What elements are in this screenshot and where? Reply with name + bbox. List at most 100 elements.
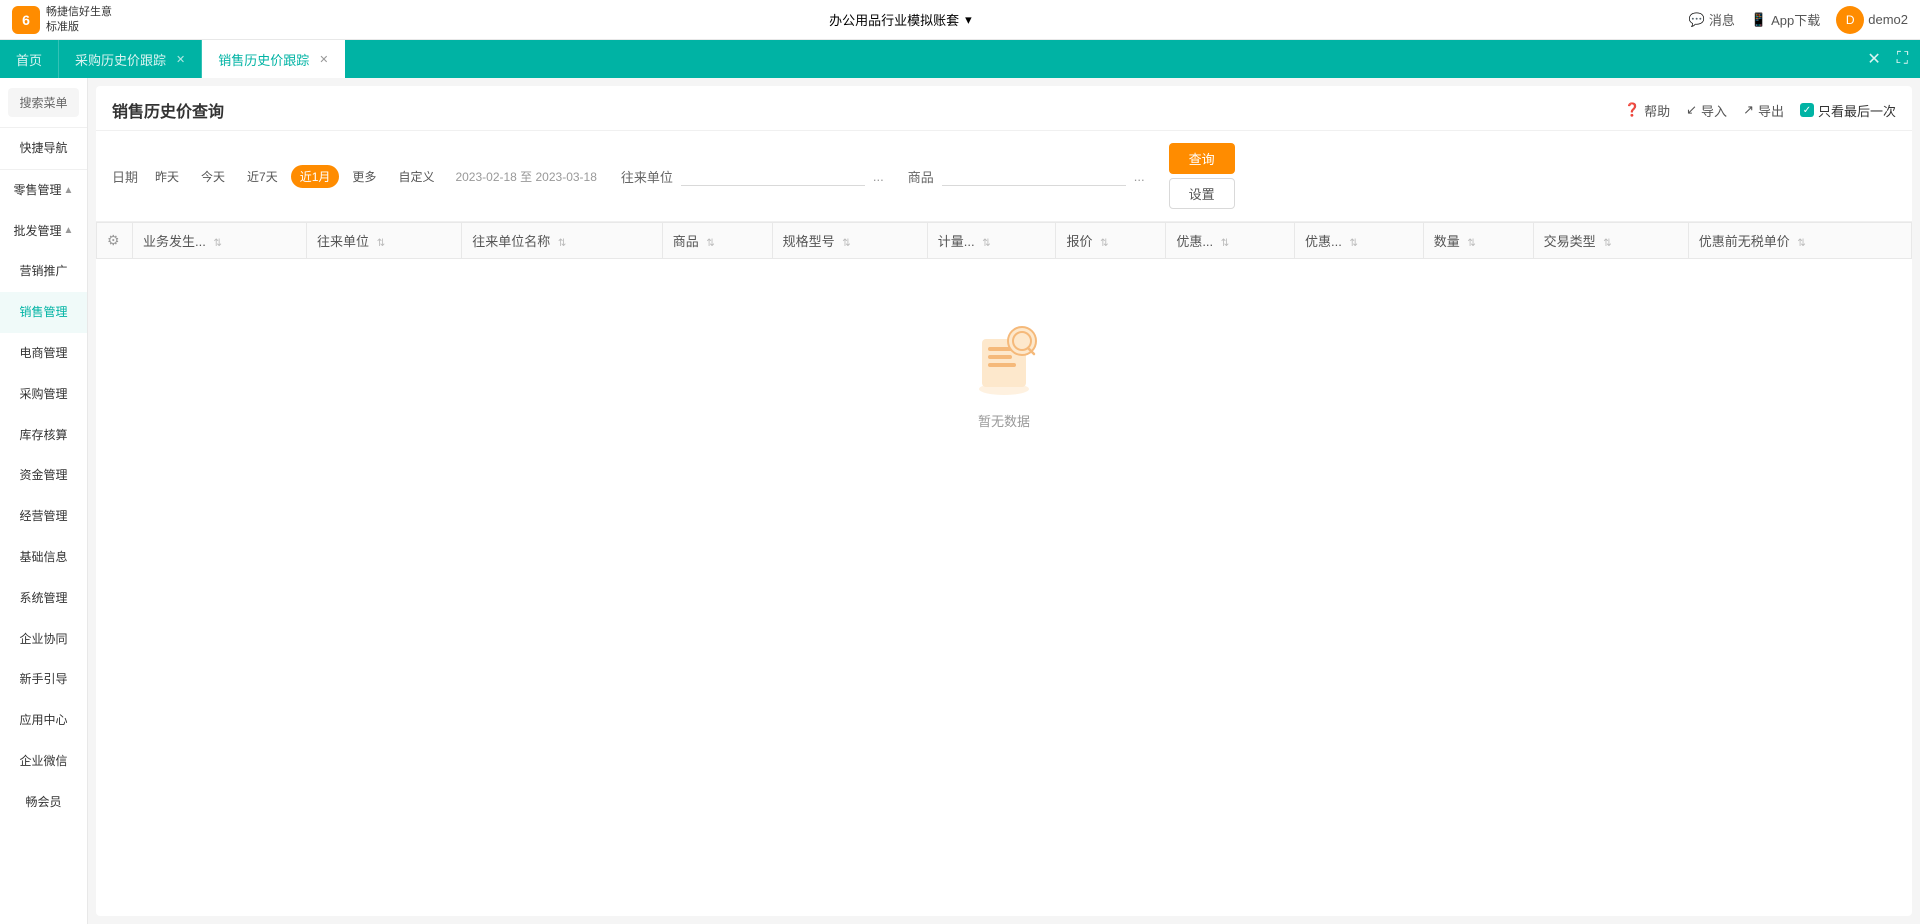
col-quote[interactable]: 报价 ⇅: [1056, 223, 1166, 259]
top-bar: 6 畅捷信好生意 标准版 办公用品行业模拟账套 ▾ 💬 消息 📱 App下载 D…: [0, 0, 1920, 40]
sidebar-item-sales[interactable]: 销售管理: [0, 292, 87, 333]
tab-sales-history[interactable]: 销售历史价跟踪 ✕: [202, 40, 345, 78]
col-biz-date[interactable]: 业务发生... ⇅: [133, 223, 307, 259]
sort-qty-icon: ⇅: [1467, 238, 1475, 249]
sidebar-item-ecommerce[interactable]: 电商管理: [0, 333, 87, 374]
message-btn[interactable]: 💬 消息: [1689, 10, 1735, 29]
sort-partner-code-icon: ⇅: [377, 238, 385, 249]
download-icon: 📱: [1751, 12, 1767, 28]
sort-partner-name-icon: ⇅: [558, 238, 566, 249]
sort-discount1-icon: ⇅: [1221, 238, 1229, 249]
col-spec[interactable]: 规格型号 ⇅: [772, 223, 927, 259]
sidebar-item-operations[interactable]: 经营管理: [0, 496, 87, 537]
sort-discount2-icon: ⇅: [1350, 238, 1358, 249]
maximize-window-icon[interactable]: ⛶: [1893, 46, 1912, 72]
col-trade-type[interactable]: 交易类型 ⇅: [1533, 223, 1688, 259]
col-partner-name[interactable]: 往来单位名称 ⇅: [462, 223, 662, 259]
help-action[interactable]: ❓ 帮助: [1624, 101, 1670, 120]
col-partner-code[interactable]: 往来单位 ⇅: [307, 223, 462, 259]
sidebar-item-cooperation[interactable]: 企业协同: [0, 619, 87, 660]
sidebar-item-finance[interactable]: 资金管理: [0, 455, 87, 496]
settings-button[interactable]: 设置: [1169, 178, 1235, 209]
logo-text: 畅捷信好生意 标准版: [46, 5, 112, 34]
sidebar-item-apps[interactable]: 应用中心: [0, 700, 87, 741]
import-action[interactable]: ↙ 导入: [1686, 101, 1727, 120]
tab-purchase-history[interactable]: 采购历史价跟踪 ✕: [59, 40, 202, 78]
sort-spec-icon: ⇅: [842, 238, 850, 249]
sidebar-item-retail[interactable]: 零售管理 ▲: [0, 170, 87, 211]
export-action[interactable]: ↗ 导出: [1743, 101, 1784, 120]
partner-filter-dots[interactable]: ...: [873, 169, 884, 184]
table-header-row: ⚙ 业务发生... ⇅ 往来单位 ⇅ 往来单位名称: [97, 223, 1912, 259]
query-button[interactable]: 查询: [1169, 143, 1235, 174]
avatar: D: [1836, 6, 1864, 34]
app-download-btn[interactable]: 📱 App下载: [1751, 10, 1820, 29]
sort-goods-icon: ⇅: [706, 238, 714, 249]
col-discount1[interactable]: 优惠... ⇅: [1166, 223, 1295, 259]
sidebar-item-marketing[interactable]: 营销推广: [0, 251, 87, 292]
date-btn-last7[interactable]: 近7天: [238, 165, 287, 188]
sidebar-item-vip[interactable]: 畅会员: [0, 782, 87, 823]
partner-filter-group: 往来单位 ...: [621, 166, 884, 186]
retail-arrow-icon: ▲: [64, 185, 74, 196]
tab-window-actions: ✕ ⛶: [1863, 45, 1920, 73]
sort-unit-icon: ⇅: [982, 238, 990, 249]
page-content: 销售历史价查询 ❓ 帮助 ↙ 导入 ↗ 导出 ✓: [96, 86, 1912, 916]
sidebar: 搜索菜单 快捷导航 零售管理 ▲ 批发管理 ▲ 营销推广 销售管理 电商管理 采…: [0, 78, 88, 924]
help-icon: ❓: [1624, 102, 1640, 118]
empty-icon: [964, 319, 1044, 399]
col-goods[interactable]: 商品 ⇅: [662, 223, 772, 259]
date-btn-today[interactable]: 今天: [192, 165, 234, 188]
goods-filter-input[interactable]: [942, 166, 1126, 186]
filter-action-buttons: 查询 设置: [1169, 143, 1235, 209]
empty-text: 暂无数据: [978, 411, 1030, 430]
page-title: 销售历史价查询: [112, 98, 224, 122]
date-buttons: 昨天 今天 近7天 近1月 更多 自定义: [146, 165, 443, 188]
goods-filter-group: 商品 ...: [908, 166, 1145, 186]
sidebar-item-wholesale[interactable]: 批发管理 ▲: [0, 211, 87, 252]
filter-area: 日期 昨天 今天 近7天 近1月 更多 自定义 2023-02-18 至 202…: [96, 131, 1912, 222]
date-btn-custom[interactable]: 自定义: [389, 165, 443, 188]
close-sales-tab-icon[interactable]: ✕: [319, 53, 328, 66]
sort-trade-type-icon: ⇅: [1603, 238, 1611, 249]
close-purchase-tab-icon[interactable]: ✕: [176, 53, 185, 66]
search-menu-button[interactable]: 搜索菜单: [8, 88, 79, 117]
user-btn[interactable]: D demo2: [1836, 6, 1908, 34]
only-last-checkbox[interactable]: ✓: [1800, 103, 1814, 117]
sort-pre-tax-icon: ⇅: [1797, 238, 1805, 249]
date-filter-label: 日期: [112, 167, 138, 186]
table-settings-gear-icon[interactable]: ⚙: [107, 232, 120, 248]
page-header: 销售历史价查询 ❓ 帮助 ↙ 导入 ↗ 导出 ✓: [96, 86, 1912, 131]
data-table: ⚙ 业务发生... ⇅ 往来单位 ⇅ 往来单位名称: [96, 222, 1912, 259]
tab-home[interactable]: 首页: [0, 40, 59, 78]
export-icon: ↗: [1743, 102, 1754, 118]
col-qty[interactable]: 数量 ⇅: [1423, 223, 1533, 259]
goods-filter-label: 商品: [908, 167, 934, 186]
app-selector[interactable]: 办公用品行业模拟账套 ▾: [829, 10, 972, 29]
sort-quote-icon: ⇅: [1100, 238, 1108, 249]
sidebar-item-guide[interactable]: 新手引导: [0, 659, 87, 700]
date-range-display: 2023-02-18 至 2023-03-18: [455, 168, 596, 185]
date-btn-last1m[interactable]: 近1月: [291, 165, 340, 188]
sidebar-item-purchase[interactable]: 采购管理: [0, 374, 87, 415]
date-btn-yesterday[interactable]: 昨天: [146, 165, 188, 188]
col-discount2[interactable]: 优惠... ⇅: [1295, 223, 1424, 259]
close-window-icon[interactable]: ✕: [1863, 45, 1884, 73]
partner-filter-input[interactable]: [681, 166, 865, 186]
only-last-checkbox-label[interactable]: ✓ 只看最后一次: [1800, 101, 1896, 120]
sidebar-item-quick-nav[interactable]: 快捷导航: [0, 128, 87, 169]
sidebar-item-system[interactable]: 系统管理: [0, 578, 87, 619]
col-unit[interactable]: 计量... ⇅: [927, 223, 1056, 259]
sidebar-item-base[interactable]: 基础信息: [0, 537, 87, 578]
wholesale-arrow-icon: ▲: [64, 225, 74, 236]
logo-area: 6 畅捷信好生意 标准版: [12, 5, 112, 34]
top-bar-left: 6 畅捷信好生意 标准版: [12, 5, 112, 34]
col-pre-tax[interactable]: 优惠前无税单价 ⇅: [1688, 223, 1911, 259]
tab-bar: 首页 采购历史价跟踪 ✕ 销售历史价跟踪 ✕ ✕ ⛶: [0, 40, 1920, 78]
table-area: ⚙ 业务发生... ⇅ 往来单位 ⇅ 往来单位名称: [96, 222, 1912, 916]
sort-biz-date-icon: ⇅: [213, 238, 221, 249]
sidebar-item-wechat[interactable]: 企业微信: [0, 741, 87, 782]
date-btn-more[interactable]: 更多: [343, 165, 385, 188]
sidebar-item-inventory[interactable]: 库存核算: [0, 415, 87, 456]
goods-filter-dots[interactable]: ...: [1134, 169, 1145, 184]
